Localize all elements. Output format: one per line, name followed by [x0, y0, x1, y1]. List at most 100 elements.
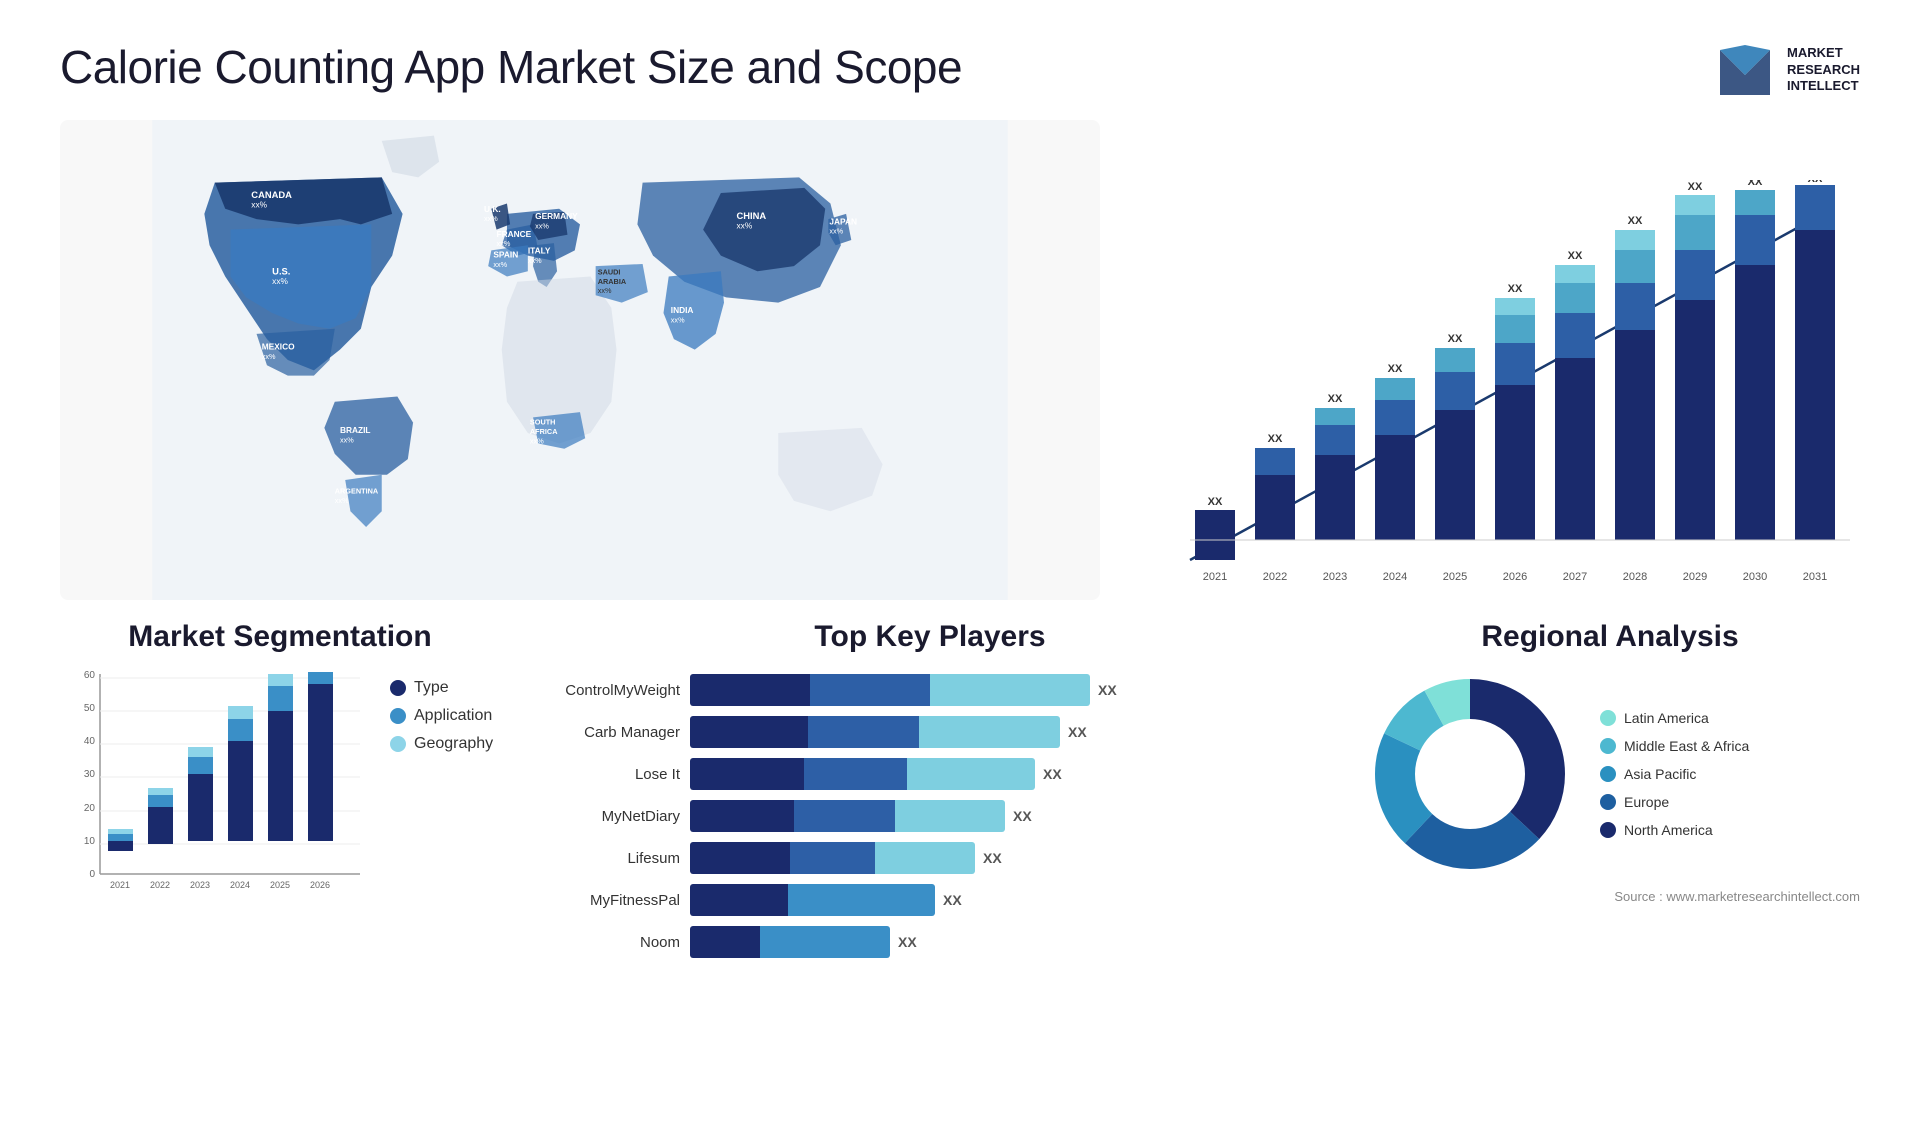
svg-text:ITALY: ITALY — [528, 246, 551, 256]
player-xx-4: XX — [983, 850, 1002, 866]
svg-text:xx%: xx% — [272, 276, 288, 286]
svg-text:2028: 2028 — [1623, 571, 1647, 583]
regional-legend-latin-america: Latin America — [1600, 710, 1749, 726]
player-row-loseit: Lose It XX — [520, 758, 1340, 790]
svg-text:CHINA: CHINA — [737, 210, 767, 221]
svg-text:xx%: xx% — [737, 221, 753, 231]
svg-text:2025: 2025 — [1443, 571, 1467, 583]
legend-item-application: Application — [390, 707, 493, 725]
svg-text:xx%: xx% — [598, 286, 612, 295]
north-america-label: North America — [1624, 822, 1713, 838]
svg-text:xx%: xx% — [535, 222, 549, 231]
player-xx-0: XX — [1098, 682, 1117, 698]
svg-text:U.S.: U.S. — [272, 265, 290, 276]
player-xx-5: XX — [943, 892, 962, 908]
bottom-section: Market Segmentation 60 50 40 30 20 10 — [60, 620, 1860, 1116]
player-name-5: MyFitnessPal — [520, 892, 680, 909]
legend-item-type: Type — [390, 679, 493, 697]
svg-text:SOUTH: SOUTH — [530, 418, 556, 427]
svg-text:xx%: xx% — [829, 227, 843, 236]
europe-label: Europe — [1624, 794, 1669, 810]
world-map-svg: CANADA xx% U.S. xx% MEXICO xx% BRAZIL xx… — [60, 120, 1100, 600]
europe-dot — [1600, 794, 1616, 810]
player-bar-wrap-4: XX — [690, 842, 1340, 874]
geography-label: Geography — [414, 735, 493, 753]
svg-text:xx%: xx% — [497, 239, 511, 248]
svg-text:60: 60 — [84, 670, 96, 681]
svg-text:2024: 2024 — [230, 880, 250, 890]
regional-bottom: Latin America Middle East & Africa Asia … — [1360, 664, 1860, 884]
svg-text:MEXICO: MEXICO — [262, 342, 295, 352]
regional-container: Regional Analysis — [1360, 620, 1860, 1116]
svg-text:2025: 2025 — [270, 880, 290, 890]
svg-text:xx%: xx% — [262, 352, 276, 361]
asia-pacific-dot — [1600, 766, 1616, 782]
player-bar-2 — [690, 758, 1035, 790]
regional-legend-mea: Middle East & Africa — [1600, 738, 1749, 754]
svg-text:2023: 2023 — [190, 880, 210, 890]
svg-text:XX: XX — [1208, 496, 1223, 508]
logo-area: MARKET RESEARCH INTELLECT — [1715, 40, 1860, 100]
asia-pacific-label: Asia Pacific — [1624, 766, 1696, 782]
svg-text:XX: XX — [1448, 333, 1463, 345]
logo-icon — [1715, 40, 1775, 100]
player-row-noom: Noom XX — [520, 926, 1340, 958]
type-label: Type — [414, 679, 449, 697]
north-america-dot — [1600, 822, 1616, 838]
header: Calorie Counting App Market Size and Sco… — [60, 40, 1860, 100]
segmentation-chart-svg: 60 50 40 30 20 10 0 — [60, 664, 360, 904]
svg-text:XX: XX — [1268, 433, 1283, 445]
player-xx-6: XX — [898, 934, 917, 950]
top-section: CANADA xx% U.S. xx% MEXICO xx% BRAZIL xx… — [60, 120, 1860, 600]
mea-dot — [1600, 738, 1616, 754]
source-text: Source : www.marketresearchintellect.com — [1360, 889, 1860, 904]
type-color-dot — [390, 680, 406, 696]
svg-text:XX: XX — [1328, 393, 1343, 405]
segmentation-legend: Type Application Geography — [370, 679, 493, 753]
svg-text:XX: XX — [1388, 363, 1403, 375]
svg-text:XX: XX — [1748, 180, 1763, 188]
svg-text:XX: XX — [1688, 181, 1703, 193]
svg-text:FRANCE: FRANCE — [497, 229, 532, 239]
player-bar-wrap-1: XX — [690, 716, 1340, 748]
player-bar-wrap-5: XX — [690, 884, 1340, 916]
segmentation-container: Market Segmentation 60 50 40 30 20 10 — [60, 620, 500, 1116]
player-xx-1: XX — [1068, 724, 1087, 740]
player-name-2: Lose It — [520, 766, 680, 783]
player-row-mynetdiary: MyNetDiary XX — [520, 800, 1340, 832]
svg-text:2023: 2023 — [1323, 571, 1347, 583]
svg-text:xx%: xx% — [335, 496, 349, 505]
svg-text:2022: 2022 — [150, 880, 170, 890]
svg-text:2024: 2024 — [1383, 571, 1407, 583]
player-bar-wrap-0: XX — [690, 674, 1340, 706]
svg-text:xx%: xx% — [340, 435, 354, 444]
player-bar-4 — [690, 842, 975, 874]
player-bar-5 — [690, 884, 935, 916]
player-name-3: MyNetDiary — [520, 808, 680, 825]
map-container: CANADA xx% U.S. xx% MEXICO xx% BRAZIL xx… — [60, 120, 1100, 600]
page-container: Calorie Counting App Market Size and Sco… — [0, 0, 1920, 1146]
regional-legend: Latin America Middle East & Africa Asia … — [1600, 710, 1749, 838]
player-name-6: Noom — [520, 934, 680, 951]
latin-america-label: Latin America — [1624, 710, 1709, 726]
player-bar-0 — [690, 674, 1090, 706]
player-bar-wrap-3: XX — [690, 800, 1340, 832]
svg-text:2031: 2031 — [1803, 571, 1827, 583]
player-name-4: Lifesum — [520, 850, 680, 867]
svg-text:INDIA: INDIA — [671, 305, 694, 315]
players-container: Top Key Players ControlMyWeight XX — [520, 620, 1340, 1116]
regional-title: Regional Analysis — [1360, 620, 1860, 654]
application-label: Application — [414, 707, 492, 725]
svg-text:ARABIA: ARABIA — [598, 277, 627, 286]
donut-chart-svg — [1360, 664, 1580, 884]
svg-text:2029: 2029 — [1683, 571, 1707, 583]
svg-text:50: 50 — [84, 703, 96, 714]
svg-text:ARGENTINA: ARGENTINA — [335, 487, 379, 496]
svg-text:xx%: xx% — [493, 260, 507, 269]
svg-text:U.K.: U.K. — [484, 204, 501, 214]
svg-text:SPAIN: SPAIN — [493, 250, 518, 260]
svg-text:CANADA: CANADA — [251, 189, 292, 200]
svg-text:10: 10 — [84, 836, 96, 847]
svg-text:XX: XX — [1808, 180, 1823, 185]
svg-text:XX: XX — [1628, 215, 1643, 227]
